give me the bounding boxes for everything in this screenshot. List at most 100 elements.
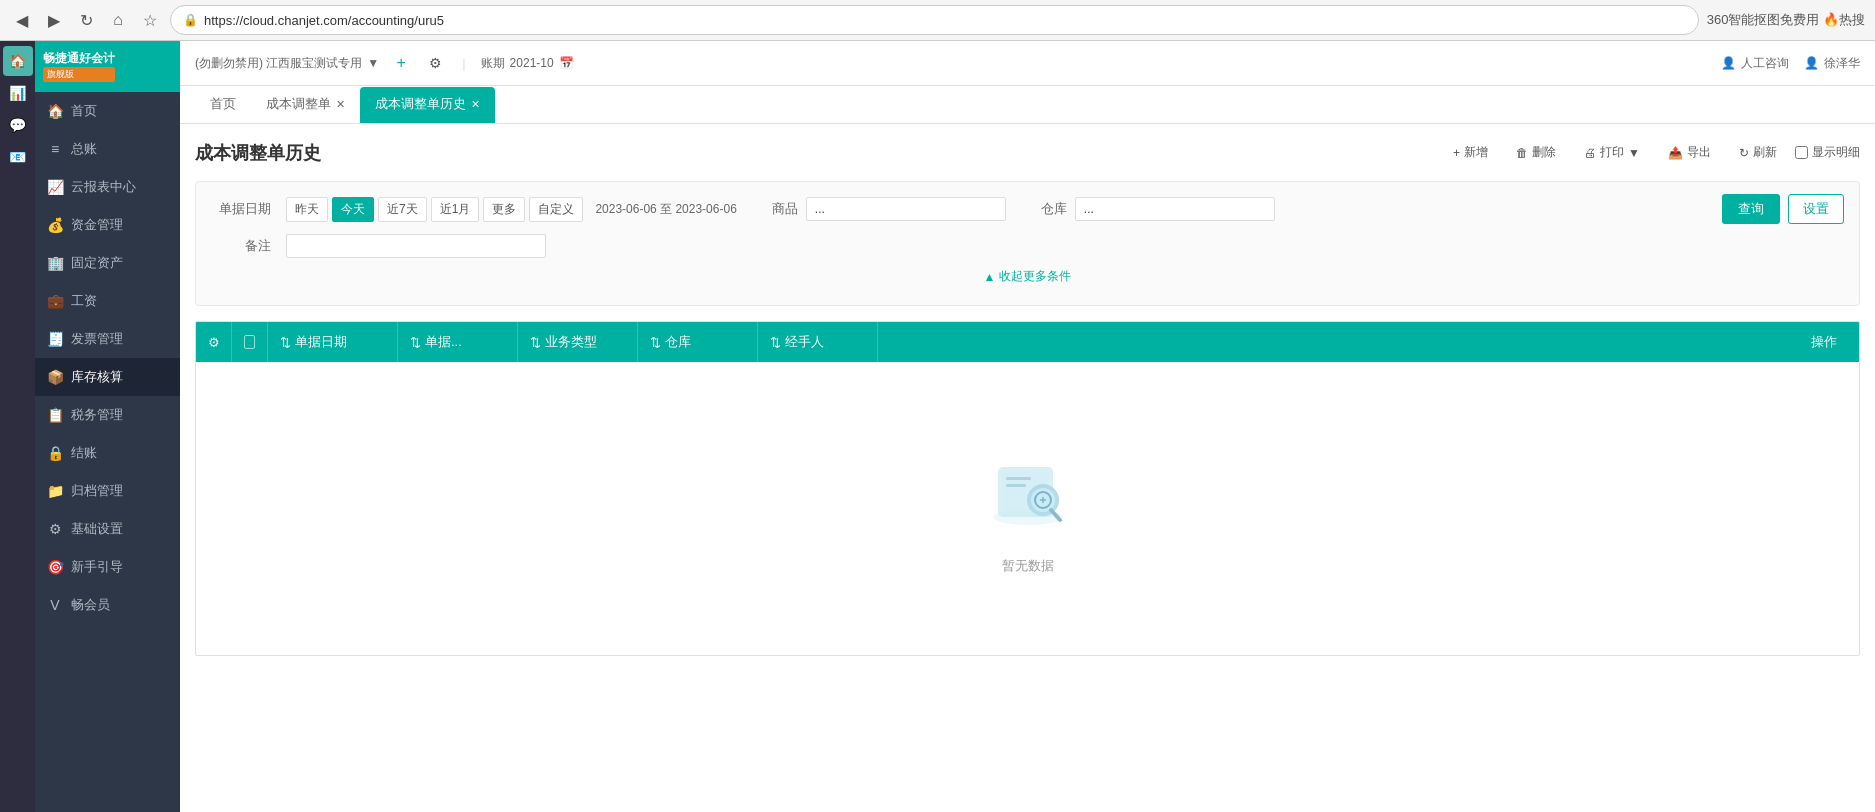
sidebar-item-close[interactable]: 🔒 结账 bbox=[35, 434, 180, 472]
collapse-button[interactable]: ▲ 收起更多条件 bbox=[984, 268, 1072, 285]
tab-home[interactable]: 首页 bbox=[195, 87, 251, 123]
th-operator[interactable]: ⇅ 经手人 bbox=[758, 322, 878, 362]
tab-cost-adjust-history-close[interactable]: ✕ bbox=[471, 98, 480, 111]
calendar-icon: 📅 bbox=[559, 56, 574, 70]
sidebar-item-tax[interactable]: 📋 税务管理 bbox=[35, 396, 180, 434]
fixed-asset-icon: 🏢 bbox=[47, 255, 63, 271]
sidebar-item-inventory[interactable]: 📦 库存核算 bbox=[35, 358, 180, 396]
company-settings-button[interactable]: ⚙ bbox=[423, 51, 447, 75]
show-detail-checkbox[interactable] bbox=[1795, 146, 1808, 159]
header-divider: | bbox=[462, 56, 465, 71]
sidebar-item-archive[interactable]: 📁 归档管理 bbox=[35, 472, 180, 510]
sidebar-item-report[interactable]: 📈 云报表中心 bbox=[35, 168, 180, 206]
settings-button[interactable]: 设置 bbox=[1788, 194, 1844, 224]
refresh-button[interactable]: ↻ 刷新 bbox=[1729, 139, 1787, 166]
select-all-checkbox[interactable] bbox=[244, 335, 255, 349]
home-icon: 🏠 bbox=[47, 103, 63, 119]
sidebar-item-fixed-asset[interactable]: 🏢 固定资产 bbox=[35, 244, 180, 282]
goods-select[interactable]: ... bbox=[806, 197, 1006, 221]
forward-button[interactable]: ▶ bbox=[42, 8, 66, 32]
tab-home-label: 首页 bbox=[210, 95, 236, 113]
date-btn-1month[interactable]: 近1月 bbox=[431, 197, 480, 222]
sidebar-item-home[interactable]: 🏠 首页 bbox=[35, 92, 180, 130]
export-button[interactable]: 📤 导出 bbox=[1658, 139, 1721, 166]
icon-sidebar-item-chat[interactable]: 💬 bbox=[3, 110, 33, 140]
sidebar-item-settings[interactable]: ⚙ 基础设置 bbox=[35, 510, 180, 548]
th-type[interactable]: ⇅ 业务类型 bbox=[518, 322, 638, 362]
company-selector[interactable]: (勿删勿禁用) 江西服宝测试专用 ▼ bbox=[195, 55, 379, 72]
date-btn-7days[interactable]: 近7天 bbox=[378, 197, 427, 222]
sidebar-item-payroll[interactable]: 💼 工资 bbox=[35, 282, 180, 320]
icon-sidebar-item-chart[interactable]: 📊 bbox=[3, 78, 33, 108]
add-label: 新增 bbox=[1464, 144, 1488, 161]
app-container: 🏠 📊 💬 📧 畅捷通好会计 旗舰版 🏠 首页 ≡ 总账 📈 云报表中心 bbox=[0, 41, 1875, 812]
date-btn-more[interactable]: 更多 bbox=[483, 197, 525, 222]
tab-cost-adjust-history[interactable]: 成本调整单历史 ✕ bbox=[360, 87, 495, 123]
add-button[interactable]: + 新增 bbox=[1443, 139, 1498, 166]
delete-label: 删除 bbox=[1532, 144, 1556, 161]
print-button[interactable]: 🖨 打印 ▼ bbox=[1574, 139, 1650, 166]
sidebar-item-ledger[interactable]: ≡ 总账 bbox=[35, 130, 180, 168]
tab-cost-adjust-close[interactable]: ✕ bbox=[336, 98, 345, 111]
sidebar-item-capital-label: 资金管理 bbox=[71, 216, 123, 234]
th-date[interactable]: ⇅ 单据日期 bbox=[268, 322, 398, 362]
th-warehouse[interactable]: ⇅ 仓库 bbox=[638, 322, 758, 362]
remark-input[interactable] bbox=[286, 234, 546, 258]
close-books-icon: 🔒 bbox=[47, 445, 63, 461]
star-button[interactable]: ☆ bbox=[138, 8, 162, 32]
back-button[interactable]: ◀ bbox=[10, 8, 34, 32]
refresh-label: 刷新 bbox=[1753, 144, 1777, 161]
sidebar-item-home-label: 首页 bbox=[71, 102, 97, 120]
th-date-label: 单据日期 bbox=[295, 333, 347, 351]
date-btn-yesterday[interactable]: 昨天 bbox=[286, 197, 328, 222]
home-button[interactable]: ⌂ bbox=[106, 8, 130, 32]
print-label: 打印 bbox=[1600, 144, 1624, 161]
icon-sidebar-item-home[interactable]: 🏠 bbox=[3, 46, 33, 76]
show-detail-checkbox-container[interactable]: 显示明细 bbox=[1795, 144, 1860, 161]
sidebar-item-settings-label: 基础设置 bbox=[71, 520, 123, 538]
query-btn-group: 查询 设置 bbox=[1722, 194, 1844, 224]
sidebar-item-invoice[interactable]: 🧾 发票管理 bbox=[35, 320, 180, 358]
th-number-sort-icon: ⇅ bbox=[410, 335, 421, 350]
browser-right-tools: 360智能抠图免费用 🔥热搜 bbox=[1707, 11, 1865, 29]
address-bar[interactable]: 🔒 https://cloud.chanjet.com/accounting/u… bbox=[170, 5, 1699, 35]
th-number[interactable]: ⇅ 单据... bbox=[398, 322, 518, 362]
th-checkbox[interactable] bbox=[232, 322, 268, 362]
query-button[interactable]: 查询 bbox=[1722, 194, 1780, 224]
warehouse-select[interactable]: ... bbox=[1075, 197, 1275, 221]
archive-icon: 📁 bbox=[47, 483, 63, 499]
user-avatar-icon: 👤 bbox=[1804, 56, 1819, 70]
logo-text: 畅捷通好会计 bbox=[43, 51, 115, 65]
sidebar-item-report-label: 云报表中心 bbox=[71, 178, 136, 196]
add-company-button[interactable]: + bbox=[389, 51, 413, 75]
tab-cost-adjust[interactable]: 成本调整单 ✕ bbox=[251, 87, 360, 123]
delete-button[interactable]: 🗑 删除 bbox=[1506, 139, 1566, 166]
date-btn-custom[interactable]: 自定义 bbox=[529, 197, 583, 222]
th-settings[interactable]: ⚙ bbox=[196, 322, 232, 362]
date-filter-label: 单据日期 bbox=[211, 200, 271, 218]
sidebar-logo: 畅捷通好会计 旗舰版 bbox=[35, 41, 180, 92]
date-btn-today[interactable]: 今天 bbox=[332, 197, 374, 222]
lock-icon: 🔒 bbox=[183, 13, 198, 27]
settings-icon: ⚙ bbox=[47, 521, 63, 537]
help-icon: 👤 bbox=[1721, 56, 1736, 70]
icon-sidebar: 🏠 📊 💬 📧 bbox=[0, 41, 35, 812]
filter-date-row: 单据日期 昨天 今天 近7天 近1月 更多 自定义 2023-06-06 至 2… bbox=[211, 194, 1844, 224]
th-number-label: 单据... bbox=[425, 333, 462, 351]
period-selector[interactable]: 账期 2021-10 📅 bbox=[481, 55, 574, 72]
help-button[interactable]: 👤 人工咨询 bbox=[1721, 55, 1789, 72]
inventory-icon: 📦 bbox=[47, 369, 63, 385]
sidebar-item-guide-label: 新手引导 bbox=[71, 558, 123, 576]
sidebar-item-member[interactable]: V 畅会员 bbox=[35, 586, 180, 624]
refresh-button[interactable]: ↻ bbox=[74, 8, 98, 32]
sidebar-item-capital[interactable]: 💰 资金管理 bbox=[35, 206, 180, 244]
delete-icon: 🗑 bbox=[1516, 146, 1528, 160]
sidebar-item-guide[interactable]: 🎯 新手引导 bbox=[35, 548, 180, 586]
user-info[interactable]: 👤 徐泽华 bbox=[1804, 55, 1860, 72]
icon-sidebar-item-mail[interactable]: 📧 bbox=[3, 142, 33, 172]
collapse-label: 收起更多条件 bbox=[999, 268, 1071, 285]
smart-tool[interactable]: 360智能抠图免费用 🔥热搜 bbox=[1707, 11, 1865, 29]
member-icon: V bbox=[47, 597, 63, 613]
th-operator-label: 经手人 bbox=[785, 333, 824, 351]
browser-chrome: ◀ ▶ ↻ ⌂ ☆ 🔒 https://cloud.chanjet.com/ac… bbox=[0, 0, 1875, 41]
